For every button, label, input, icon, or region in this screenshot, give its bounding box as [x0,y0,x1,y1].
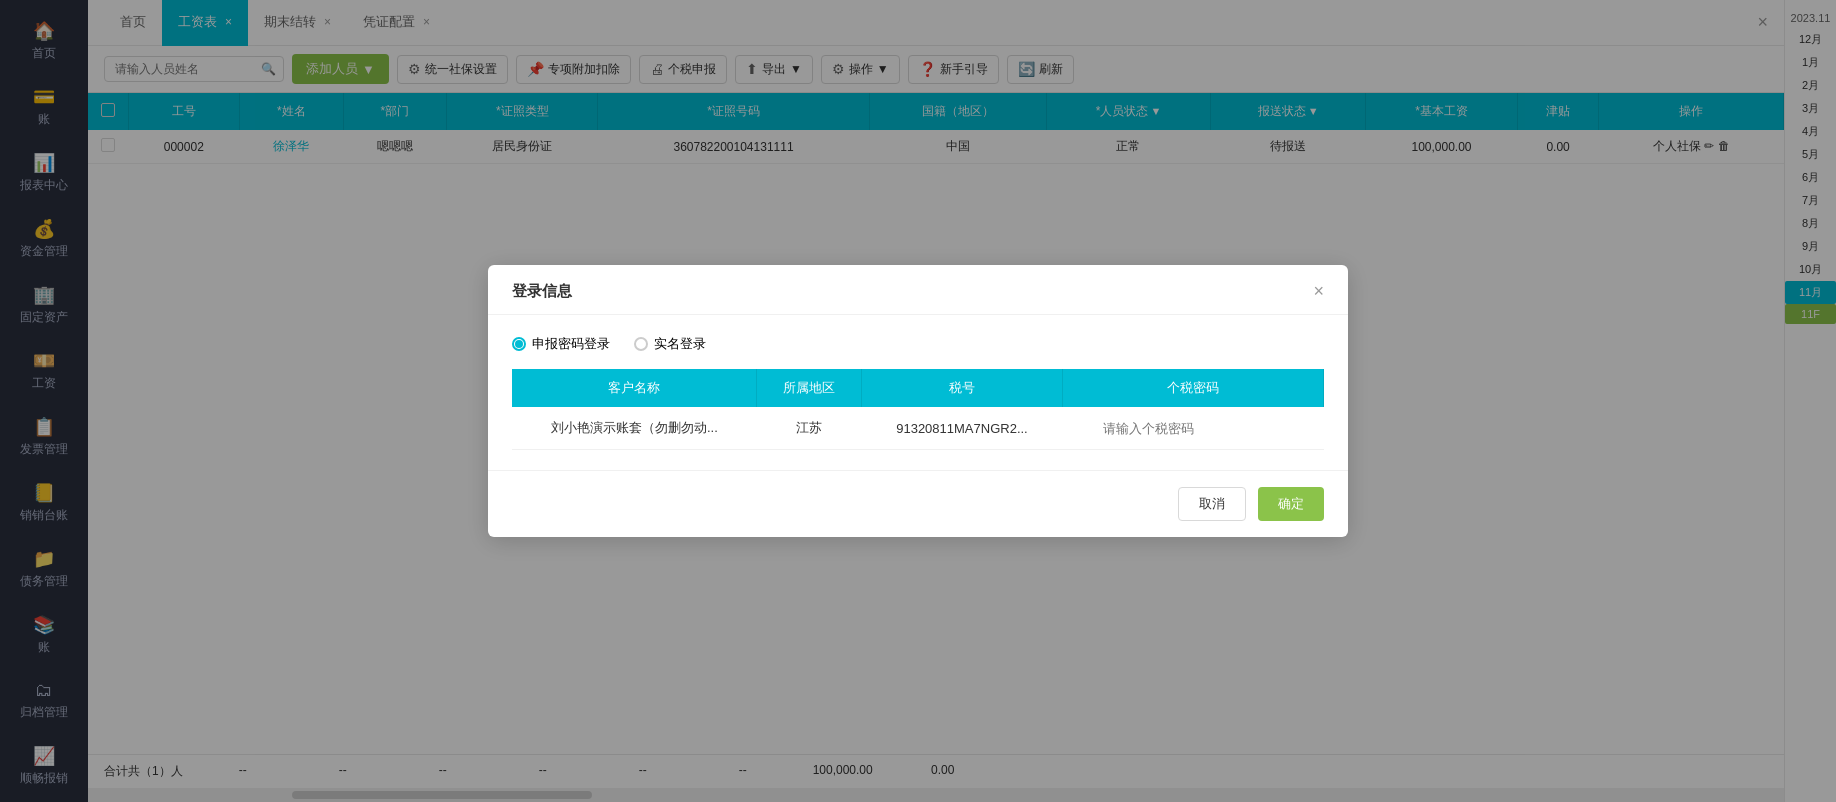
radio-realname-circle [634,337,648,351]
dialog-col-tax-num: 税号 [861,369,1062,407]
dialog-close-button[interactable]: × [1313,281,1324,302]
radio-inner [515,340,523,348]
dialog-header: 登录信息 × [488,265,1348,315]
dialog-cell-client-name: 刘小艳演示账套（勿删勿动... [512,407,757,450]
radio-realname-login[interactable]: 实名登录 [634,335,706,353]
dialog-cell-tax-password [1063,407,1324,450]
dialog-body: 申报密码登录 实名登录 客户名称 所属地区 税号 个税密码 [488,315,1348,470]
radio-password-circle [512,337,526,351]
confirm-button[interactable]: 确定 [1258,487,1324,521]
dialog-overlay: 登录信息 × 申报密码登录 实名登录 客户名称 [0,0,1836,802]
dialog-title: 登录信息 [512,282,572,301]
cancel-button[interactable]: 取消 [1178,487,1246,521]
tax-password-input[interactable] [1103,421,1283,436]
dialog-cell-region: 江苏 [757,407,862,450]
dialog-cell-tax-number: 91320811MA7NGR2... [861,407,1062,450]
dialog-col-region: 所属地区 [757,369,862,407]
dialog-col-password: 个税密码 [1063,369,1324,407]
login-dialog: 登录信息 × 申报密码登录 实名登录 客户名称 [488,265,1348,537]
dialog-col-client: 客户名称 [512,369,757,407]
login-type-group: 申报密码登录 实名登录 [512,335,1324,353]
dialog-footer: 取消 确定 [488,470,1348,537]
radio-password-login[interactable]: 申报密码登录 [512,335,610,353]
dialog-table-row: 刘小艳演示账套（勿删勿动... 江苏 91320811MA7NGR2... [512,407,1324,450]
login-info-table: 客户名称 所属地区 税号 个税密码 刘小艳演示账套（勿删勿动... 江苏 913… [512,369,1324,450]
